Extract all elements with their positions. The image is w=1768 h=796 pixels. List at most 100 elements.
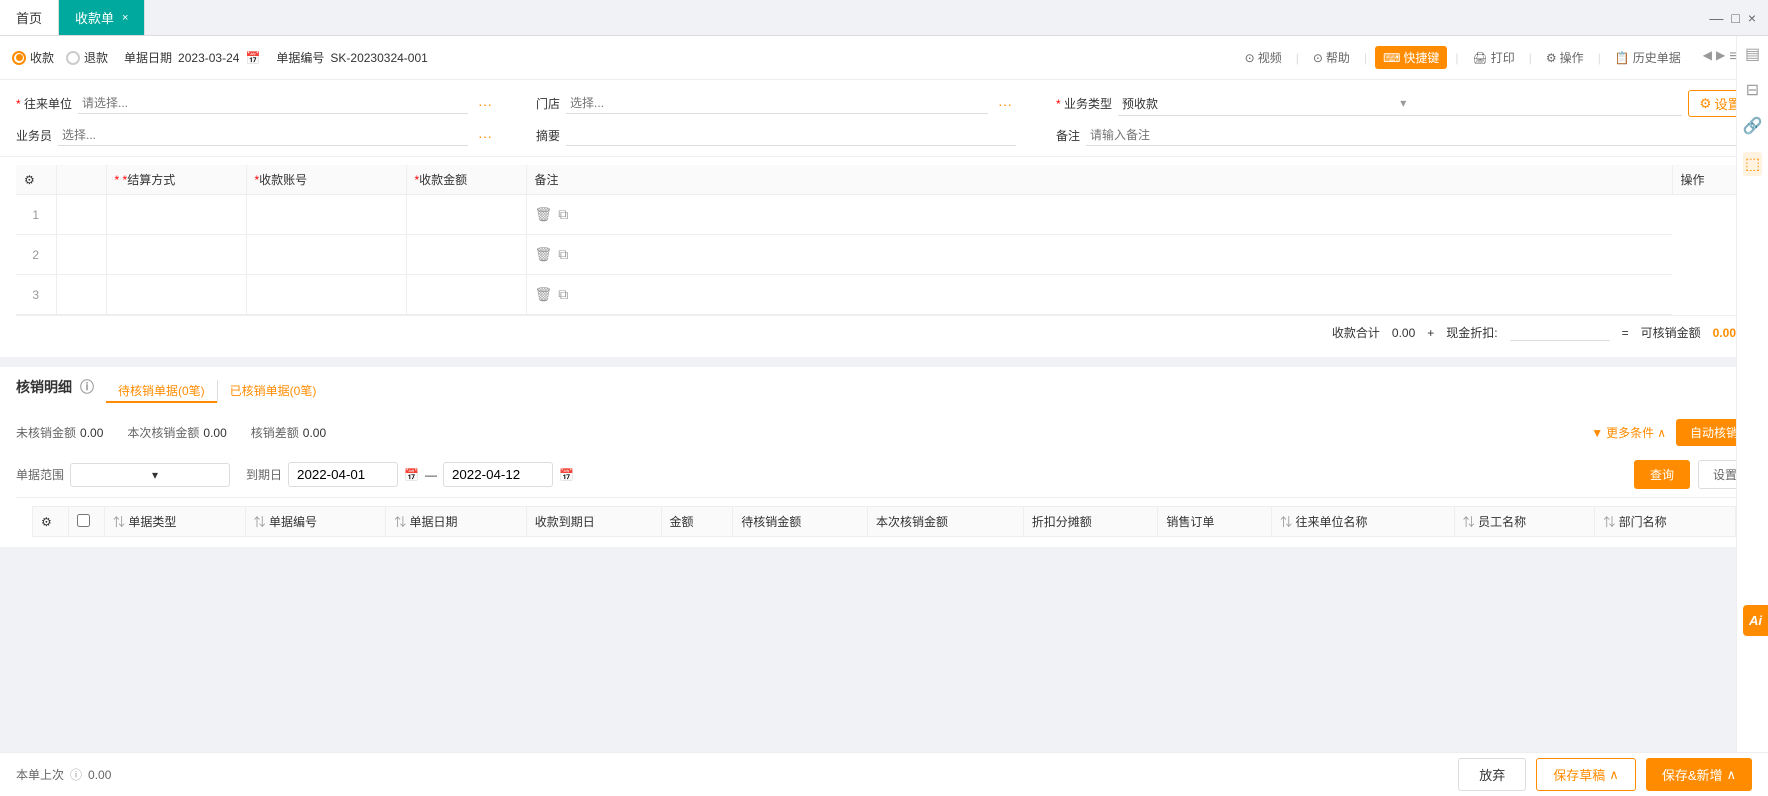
row-2-account[interactable]: [106, 235, 246, 275]
summary-input[interactable]: [566, 125, 1016, 146]
row-2-settle[interactable]: [56, 235, 106, 275]
ai-badge[interactable]: Ai: [1743, 605, 1768, 636]
discard-btn[interactable]: 放弃: [1458, 758, 1526, 791]
store-group: 门店 ···: [536, 93, 1016, 114]
save-draft-btn[interactable]: 保存草稿 ∧: [1536, 758, 1636, 791]
row-2-delete-icon[interactable]: 🗑: [535, 246, 553, 263]
bottom-actions: 放弃 保存草稿 ∧ 保存&新增 ∧: [1458, 758, 1752, 791]
note-group: 备注: [1056, 125, 1752, 146]
uncancelled-stat: 未核销金额 0.00: [16, 424, 103, 441]
counterparty-more-btn[interactable]: ···: [474, 96, 496, 112]
number-value: SK-20230324-001: [330, 51, 427, 65]
row-1-settle[interactable]: [56, 195, 106, 235]
plus-sign: +: [1427, 326, 1434, 340]
row-1-account[interactable]: [106, 195, 246, 235]
business-type-label: 业务类型: [1056, 95, 1112, 112]
staff-input[interactable]: [58, 125, 468, 146]
col-account-header: *收款账号: [246, 165, 406, 195]
col-settle-header: *结算方式: [106, 165, 246, 195]
form-header: 收款 退款 单据日期 2023-03-24 📅 单据编号 SK-20230324…: [0, 36, 1768, 80]
tab-close-icon[interactable]: ×: [122, 12, 128, 24]
store-more-btn[interactable]: ···: [994, 96, 1016, 112]
row-1-delete-icon[interactable]: 🗑: [535, 206, 553, 223]
select-all-checkbox[interactable]: [77, 514, 90, 527]
lower-checkbox-col: [69, 507, 105, 537]
nav-next-icon[interactable]: ▶: [1716, 48, 1725, 68]
row-2-amount[interactable]: [246, 235, 406, 275]
maximize-btn[interactable]: □: [1731, 10, 1739, 26]
sidebar-table-icon[interactable]: ▤: [1745, 44, 1760, 64]
discount-input[interactable]: [1510, 325, 1610, 341]
total-label: 收款合计: [1332, 324, 1380, 341]
help-btn[interactable]: ⊙ 帮助: [1307, 47, 1356, 68]
date-range: 📅 — 📅: [288, 462, 574, 487]
close-btn[interactable]: ×: [1748, 10, 1756, 26]
row-2-copy-icon[interactable]: ⧉: [558, 246, 568, 263]
note-input[interactable]: [1086, 125, 1752, 146]
print-btn[interactable]: 🖨 打印: [1467, 47, 1521, 68]
counterparty-group: 往来单位 ···: [16, 93, 496, 114]
equals-sign: =: [1622, 326, 1629, 340]
date-calendar-icon[interactable]: 📅: [245, 51, 260, 65]
calendar-to-icon[interactable]: 📅: [559, 468, 574, 482]
row-3-delete-icon[interactable]: 🗑: [535, 286, 553, 303]
right-sidebar: ▤ ⊟ 🔗 ⬚: [1736, 36, 1768, 752]
history-btn[interactable]: 📋 历史单据: [1609, 47, 1687, 68]
row-2-action: 🗑 ⧉: [526, 235, 1672, 275]
nav-prev-icon[interactable]: ◀: [1703, 48, 1712, 68]
bottom-info-icon[interactable]: ⓘ: [70, 766, 82, 783]
diff-stat: 核销差额 0.00: [251, 424, 326, 441]
counterparty-label: 往来单位: [16, 95, 72, 112]
calendar-from-icon[interactable]: 📅: [404, 468, 419, 482]
chevron-down-icon: ▾: [1400, 96, 1678, 110]
lower-gear-icon[interactable]: ⚙: [33, 507, 69, 537]
sidebar-doc-icon[interactable]: ⊟: [1746, 80, 1759, 100]
info-icon[interactable]: ⓘ: [80, 377, 94, 397]
radio-receipt-circle: [12, 51, 26, 65]
tab-receipt[interactable]: 收款单 ×: [59, 0, 145, 35]
sidebar-link-icon[interactable]: 🔗: [1743, 116, 1763, 136]
chevron-up-icon: ∧: [1657, 426, 1666, 440]
store-input[interactable]: [566, 93, 988, 114]
video-btn[interactable]: ⊙ 视频: [1239, 47, 1288, 68]
save-new-btn[interactable]: 保存&新增 ∧: [1646, 758, 1752, 791]
query-btn[interactable]: 查询: [1634, 460, 1690, 489]
done-tab[interactable]: 已核销单据(0笔): [217, 380, 329, 403]
chevron-up-icon3: ∧: [1726, 767, 1736, 783]
range-chevron-icon: ▾: [152, 468, 221, 482]
tab-home[interactable]: 首页: [0, 0, 59, 35]
date-from-input[interactable]: [288, 462, 398, 487]
table-row: 3 🗑 ⧉: [16, 275, 1752, 315]
date-value: 2023-03-24: [178, 51, 239, 65]
sidebar-expand-icon[interactable]: ⬚: [1743, 152, 1762, 176]
summary-label: 摘要: [536, 127, 560, 144]
row-3-copy-icon[interactable]: ⧉: [558, 286, 568, 303]
more-filter-btn[interactable]: ▼ 更多条件 ∧: [1591, 424, 1666, 441]
radio-receipt[interactable]: 收款: [12, 49, 54, 66]
minimize-btn[interactable]: —: [1709, 10, 1723, 26]
pending-tab[interactable]: 待核销单据(0笔): [106, 380, 217, 403]
row-3-account[interactable]: [106, 275, 246, 315]
business-type-select[interactable]: 预收款 ▾: [1118, 92, 1682, 116]
row-2-note[interactable]: [406, 235, 526, 275]
table-settings-icon[interactable]: ⚙: [16, 165, 56, 195]
date-to-input[interactable]: [443, 462, 553, 487]
table-wrapper: ⚙ *结算方式 *收款账号 *收款金额 备注 操作: [16, 165, 1752, 315]
counterparty-input[interactable]: [78, 93, 468, 114]
verification-tabs: 待核销单据(0笔) 已核销单据(0笔): [106, 380, 328, 403]
row-3-amount[interactable]: [246, 275, 406, 315]
radio-refund[interactable]: 退款: [66, 49, 108, 66]
sort-icon2: ⇅: [254, 515, 266, 529]
operation-btn[interactable]: ⚙ 操作: [1540, 47, 1590, 68]
lower-col-staff: ⇅ 员工名称: [1454, 507, 1595, 537]
shortcut-btn[interactable]: ⌨ 快捷键: [1375, 46, 1447, 69]
row-1-copy-icon[interactable]: ⧉: [558, 206, 568, 223]
staff-more-btn[interactable]: ···: [474, 128, 496, 144]
form-row-1: 往来单位 ··· 门店 ··· 业务类型 预收款 ▾ ⚙: [16, 90, 1752, 117]
filter-inputs: 单据范围 ▾ 到期日 📅 — 📅 查询 设置: [16, 452, 1752, 498]
row-1-note[interactable]: [406, 195, 526, 235]
range-select[interactable]: ▾: [70, 463, 230, 487]
row-1-amount[interactable]: [246, 195, 406, 235]
row-3-settle[interactable]: [56, 275, 106, 315]
row-3-note[interactable]: [406, 275, 526, 315]
